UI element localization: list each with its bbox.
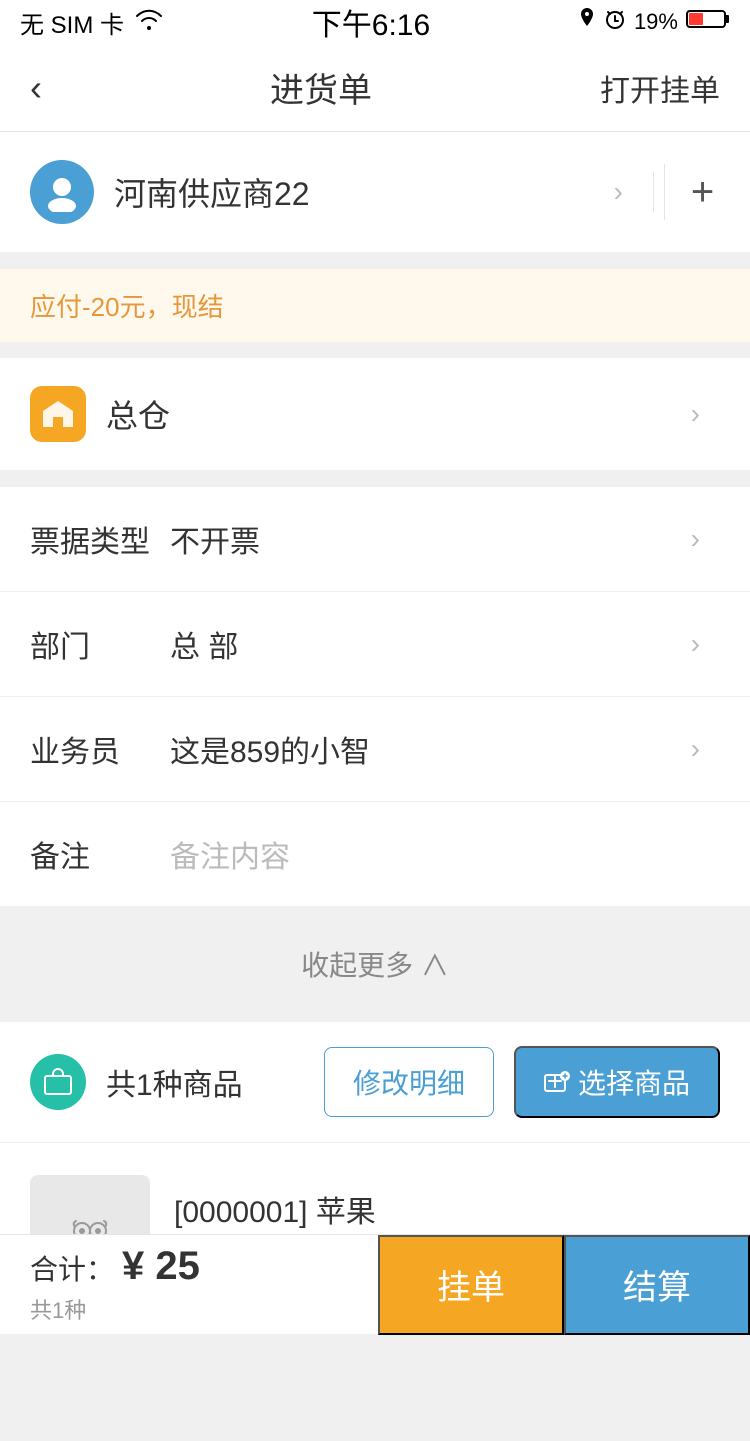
back-button[interactable]: ‹ bbox=[30, 67, 42, 109]
invoice-value: 不开票 bbox=[170, 517, 691, 561]
salesman-row[interactable]: 业务员 这是859的小智 › bbox=[0, 696, 750, 801]
warehouse-icon bbox=[30, 386, 86, 442]
hang-button[interactable]: 挂单 bbox=[378, 1235, 564, 1335]
status-left: 无 SIM 卡 bbox=[20, 5, 164, 40]
select-product-label: 选择商品 bbox=[578, 1062, 690, 1102]
nav-bar: ‹ 进货单 打开挂单 bbox=[0, 44, 750, 132]
add-supplier-button[interactable]: + bbox=[664, 164, 720, 220]
edit-detail-button[interactable]: 修改明细 bbox=[324, 1047, 494, 1117]
checkout-button[interactable]: 结算 bbox=[564, 1235, 750, 1335]
product-name: [0000001] 苹果 bbox=[174, 1187, 668, 1231]
chevron-right-icon: › bbox=[691, 628, 700, 660]
product-title: 苹果 bbox=[316, 1196, 376, 1229]
warehouse-name: 总仓 bbox=[106, 391, 691, 437]
supplier-section: 河南供应商22 › + bbox=[0, 132, 750, 253]
select-product-button[interactable]: 选择商品 bbox=[514, 1046, 720, 1118]
product-header: 共1种商品 修改明细 选择商品 bbox=[0, 1022, 750, 1143]
carrier-text: 无 SIM 卡 bbox=[20, 5, 124, 40]
invoice-type-row[interactable]: 票据类型 不开票 › bbox=[0, 486, 750, 591]
salesman-value: 这是859的小智 bbox=[170, 727, 691, 771]
battery-icon bbox=[686, 8, 730, 36]
department-row[interactable]: 部门 总 部 › bbox=[0, 591, 750, 696]
remark-label: 备注 bbox=[30, 832, 170, 876]
alarm-icon bbox=[604, 8, 626, 36]
department-label: 部门 bbox=[30, 622, 170, 666]
collapse-more-button[interactable]: 收起更多 ∧ bbox=[0, 922, 750, 1006]
salesman-label: 业务员 bbox=[30, 727, 170, 771]
total-label: 合计： bbox=[30, 1248, 114, 1288]
product-id: [0000001] bbox=[174, 1196, 307, 1229]
status-bar: 无 SIM 卡 下午6:16 19% bbox=[0, 0, 750, 44]
warehouse-row[interactable]: 总仓 › bbox=[0, 358, 750, 470]
collapse-label: 收起更多 ∧ bbox=[301, 944, 449, 984]
separator bbox=[653, 172, 654, 212]
bottom-bar: 合计： ¥ 25 共1种 挂单 结算 bbox=[0, 1234, 750, 1334]
warning-banner: 应付-20元，现结 bbox=[0, 269, 750, 342]
page-title: 进货单 bbox=[270, 63, 372, 112]
order-summary: 合计： ¥ 25 共1种 bbox=[0, 1244, 378, 1325]
wifi-icon bbox=[134, 8, 164, 37]
total-row: 合计： ¥ 25 bbox=[30, 1244, 348, 1289]
department-value: 总 部 bbox=[170, 622, 691, 666]
item-count: 共1种 bbox=[30, 1293, 348, 1325]
battery-percentage: 19% bbox=[634, 9, 678, 35]
status-right: 19% bbox=[578, 8, 730, 36]
location-icon bbox=[578, 8, 596, 36]
chevron-right-icon: › bbox=[614, 176, 623, 208]
remark-row[interactable]: 备注 备注内容 bbox=[0, 801, 750, 906]
product-icon bbox=[30, 1054, 86, 1110]
form-section: 票据类型 不开票 › 部门 总 部 › 业务员 这是859的小智 › 备注 备注… bbox=[0, 486, 750, 906]
invoice-label: 票据类型 bbox=[30, 517, 170, 561]
total-amount: ¥ 25 bbox=[122, 1244, 200, 1289]
supplier-name: 河南供应商22 bbox=[114, 169, 614, 215]
product-count: 共1种商品 bbox=[106, 1060, 324, 1104]
chevron-right-icon: › bbox=[691, 398, 700, 430]
chevron-right-icon: › bbox=[691, 523, 700, 555]
status-time: 下午6:16 bbox=[312, 0, 430, 44]
remark-placeholder: 备注内容 bbox=[170, 832, 720, 876]
open-hang-button[interactable]: 打开挂单 bbox=[600, 66, 720, 110]
supplier-avatar bbox=[30, 160, 94, 224]
chevron-right-icon: › bbox=[691, 733, 700, 765]
supplier-row[interactable]: 河南供应商22 › + bbox=[0, 132, 750, 253]
warehouse-section: 总仓 › bbox=[0, 358, 750, 470]
